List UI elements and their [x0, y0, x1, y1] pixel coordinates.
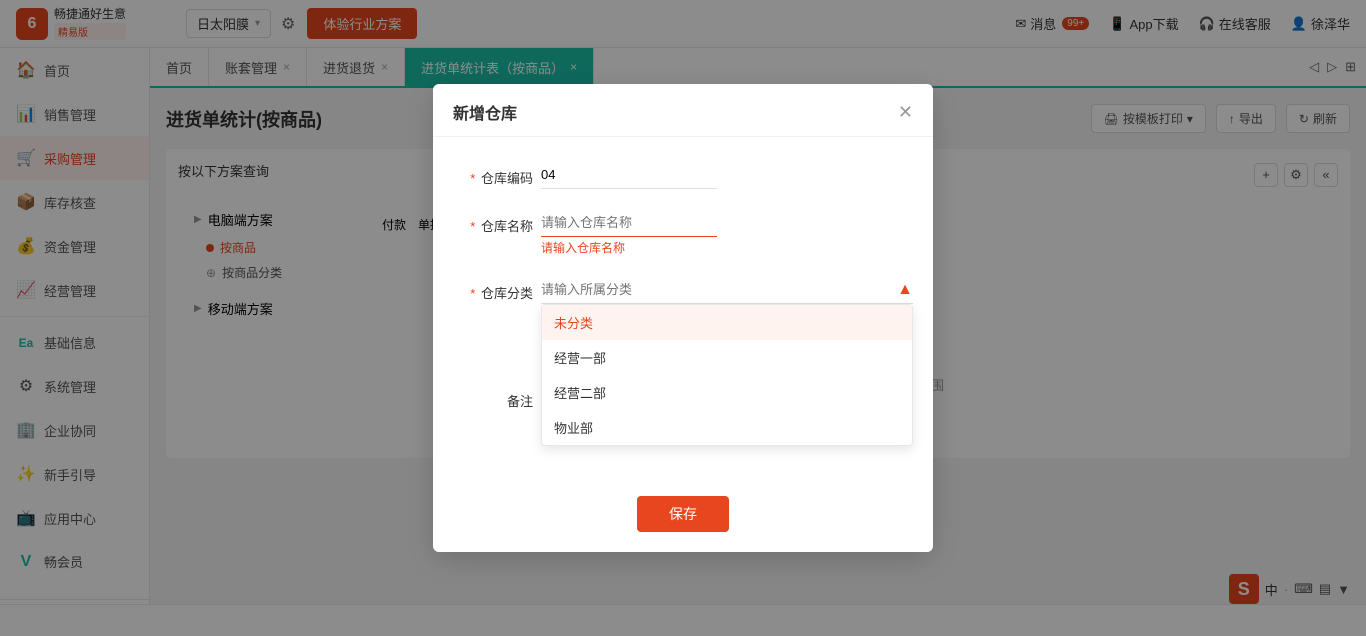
dropdown-item-property[interactable]: 物业部 — [542, 410, 912, 445]
modal-title: 新增仓库 — [453, 100, 517, 124]
category-dropdown: 未分类 经营一部 经营二部 物业部 — [541, 304, 913, 446]
modal-body: * 仓库编码 * 仓库名称 请输入仓库名称 — [433, 137, 933, 484]
warehouse-name-error: 请输入仓库名称 — [541, 239, 913, 256]
warehouse-category-input[interactable] — [541, 276, 913, 304]
form-row-category: * 仓库分类 ▲ 未分类 经营一部 经营二部 物业部 — [453, 276, 913, 304]
form-input-name-wrap: 请输入仓库名称 — [541, 209, 913, 256]
chevron-up-icon[interactable]: ▲ — [897, 281, 913, 299]
modal-header: 新增仓库 ✕ — [433, 84, 933, 137]
dropdown-item-uncategorized[interactable]: 未分类 — [542, 305, 912, 340]
dropdown-item-ops1[interactable]: 经营一部 — [542, 340, 912, 375]
form-row-code: * 仓库编码 — [453, 161, 913, 189]
form-label-category: * 仓库分类 — [453, 276, 533, 302]
modal-footer: 保存 — [433, 484, 933, 552]
form-label-note: 备注 — [453, 384, 533, 410]
form-label-name: * 仓库名称 — [453, 209, 533, 235]
modal-close-button[interactable]: ✕ — [898, 102, 913, 123]
form-label-code: * 仓库编码 — [453, 161, 533, 187]
modal-new-warehouse: 新增仓库 ✕ * 仓库编码 * 仓库名称 — [433, 84, 933, 552]
form-input-code-wrap — [541, 161, 913, 189]
form-row-name: * 仓库名称 请输入仓库名称 — [453, 209, 913, 256]
modal-overlay[interactable]: 新增仓库 ✕ * 仓库编码 * 仓库名称 — [0, 0, 1366, 636]
warehouse-name-input[interactable] — [541, 209, 717, 237]
warehouse-code-input[interactable] — [541, 161, 717, 189]
dropdown-item-ops2[interactable]: 经营二部 — [542, 375, 912, 410]
save-button[interactable]: 保存 — [637, 496, 729, 532]
category-select-wrap: ▲ 未分类 经营一部 经营二部 物业部 — [541, 276, 913, 304]
